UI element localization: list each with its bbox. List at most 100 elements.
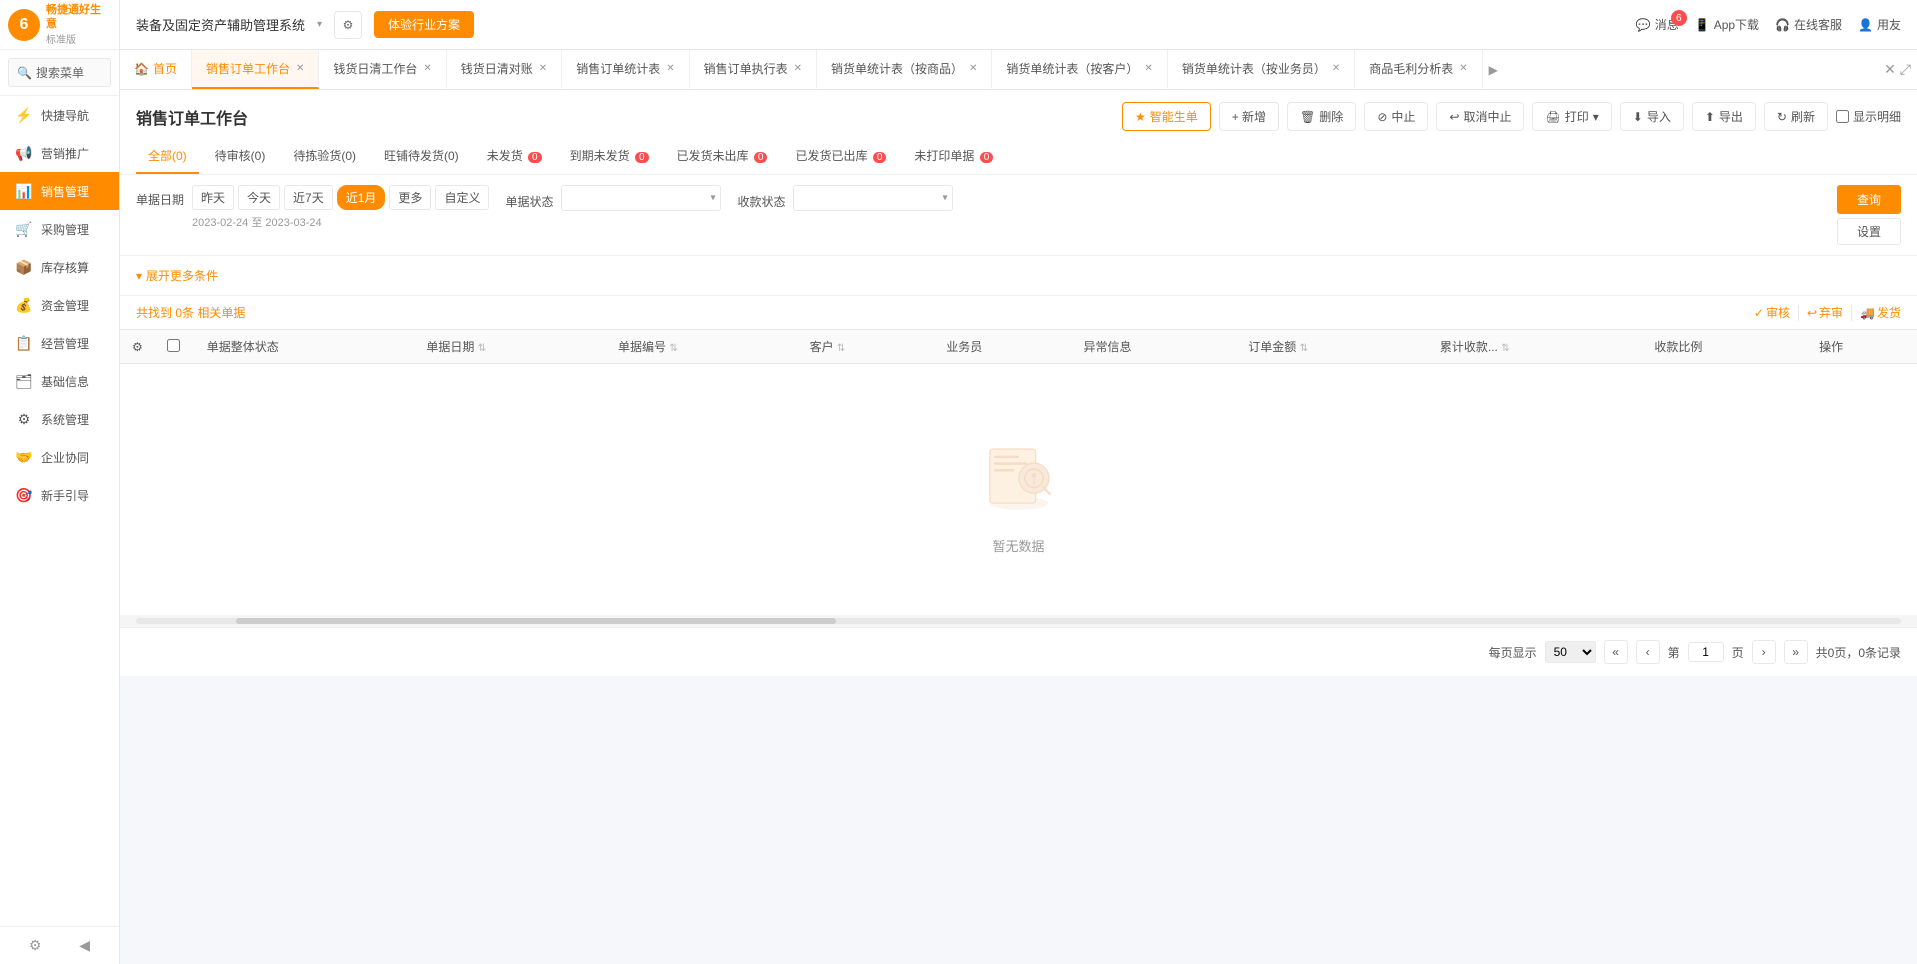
divider-1 <box>1798 305 1799 321</box>
filter-tab-shipped-out[interactable]: 已发货已出库 0 <box>783 139 898 174</box>
date-custom-btn[interactable]: 自定义 <box>435 185 489 210</box>
bottom-scrollbar[interactable] <box>120 615 1917 627</box>
tabs-bar: 🏠 首页 销售订单工作台 ✕ 钱货日清工作台 ✕ 钱货日清对账 ✕ 销售订单统计… <box>120 50 1917 90</box>
col-cumulative[interactable]: 累计收款... ⇅ <box>1428 330 1642 364</box>
page-title: 销售订单工作台 <box>136 105 248 129</box>
col-settings-icon[interactable]: ⚙ <box>132 340 143 354</box>
tab-sales-by-customer-close[interactable]: ✕ <box>1144 63 1152 74</box>
tab-cash-daily-close[interactable]: ✕ <box>423 63 431 74</box>
tab-sales-workbench[interactable]: 销售订单工作台 ✕ <box>192 50 319 89</box>
page-number-input[interactable] <box>1688 642 1724 662</box>
status-select[interactable] <box>561 185 721 211</box>
stop-btn[interactable]: ⊘ 中止 <box>1364 102 1428 131</box>
sidebar-item-inventory[interactable]: 📦 库存核算 <box>0 248 119 286</box>
tabs-overflow-btn[interactable]: ▶ <box>1483 63 1504 77</box>
show-detail-checkbox[interactable] <box>1836 110 1849 123</box>
sidebar-item-finance[interactable]: 💰 资金管理 <box>0 286 119 324</box>
date-yesterday-btn[interactable]: 昨天 <box>192 185 234 210</box>
online-support-btn[interactable]: 🎧 在线客服 <box>1775 16 1842 33</box>
export-btn[interactable]: ⬆ 导出 <box>1692 102 1756 131</box>
filter-tab-pending-pick[interactable]: 待拣验货(0) <box>281 139 368 174</box>
sidebar-item-newbie[interactable]: 🎯 新手引导 <box>0 476 119 514</box>
smart-create-btn[interactable]: ★ 智能生单 <box>1122 102 1211 131</box>
topbar-settings-btn[interactable]: ⚙ <box>334 11 362 39</box>
tab-profit-analysis-close[interactable]: ✕ <box>1459 63 1467 74</box>
sidebar-item-basic-info[interactable]: 🗂 基础信息 <box>0 362 119 400</box>
import-btn[interactable]: ⬇ 导入 <box>1620 102 1684 131</box>
prev-page-btn[interactable]: ‹ <box>1636 640 1660 664</box>
search-settings-btn[interactable]: 设置 <box>1837 218 1901 245</box>
col-cumulative-label: 累计收款... <box>1440 340 1498 354</box>
col-doc-no[interactable]: 单据编号 ⇅ <box>606 330 798 364</box>
sidebar-item-management[interactable]: 📋 经营管理 <box>0 324 119 362</box>
last-page-btn[interactable]: » <box>1784 640 1808 664</box>
industry-btn[interactable]: 体验行业方案 <box>374 11 474 38</box>
tab-cash-reconcile-close[interactable]: ✕ <box>539 63 547 74</box>
scrollbar-thumb[interactable] <box>236 618 836 624</box>
col-salesperson: 业务员 <box>934 330 1071 364</box>
messages-btn[interactable]: 💬 消息 6 <box>1636 16 1679 33</box>
date-more-btn[interactable]: 更多 <box>389 185 431 210</box>
tab-sales-by-product[interactable]: 销货单统计表（按商品） ✕ <box>817 50 992 89</box>
empty-state: 暂无数据 <box>120 364 1917 615</box>
select-all-checkbox[interactable] <box>167 339 180 352</box>
col-doc-date[interactable]: 单据日期 ⇅ <box>414 330 606 364</box>
app-download-btn[interactable]: 📱 App下载 <box>1695 16 1759 33</box>
filter-tab-shipped-not-out[interactable]: 已发货未出库 0 <box>665 139 780 174</box>
date-7days-btn[interactable]: 近7天 <box>284 185 333 210</box>
tab-sales-stats-close[interactable]: ✕ <box>666 63 674 74</box>
main-content: 装备及固定资产辅助管理系统 ▾ ⚙ 体验行业方案 💬 消息 6 📱 App下载 … <box>120 0 1917 964</box>
cancel-stop-btn[interactable]: ↩ 取消中止 <box>1436 102 1524 131</box>
filter-tab-overdue[interactable]: 到期未发货 0 <box>558 139 661 174</box>
tab-sales-exec[interactable]: 销售订单执行表 ✕ <box>690 50 817 89</box>
filter-tab-not-shipped[interactable]: 未发货 0 <box>475 139 554 174</box>
tab-sales-workbench-close[interactable]: ✕ <box>296 63 304 74</box>
ship-btn[interactable]: 🚚 发货 <box>1860 304 1901 321</box>
tab-close-all-icon[interactable]: ✕ <box>1884 61 1896 78</box>
tab-sales-by-staff[interactable]: 销货单统计表（按业务员） ✕ <box>1168 50 1355 89</box>
settings-bottom-btn[interactable]: ⚙ <box>29 937 42 954</box>
module-dropdown-icon[interactable]: ▾ <box>317 19 322 30</box>
per-page-select[interactable]: 50 100 200 <box>1545 641 1596 663</box>
add-btn[interactable]: + 新增 <box>1219 102 1279 131</box>
delete-btn[interactable]: 🗑 删除 <box>1287 102 1356 131</box>
expand-more-btn[interactable]: ▾ 展开更多条件 <box>136 262 1901 289</box>
tab-sales-by-customer[interactable]: 销货单统计表（按客户） ✕ <box>992 50 1167 89</box>
search-menu-button[interactable]: 🔍 搜索菜单 <box>8 58 111 87</box>
tab-maximize-icon[interactable]: ⤢ <box>1900 61 1911 78</box>
tab-sales-exec-close[interactable]: ✕ <box>794 63 802 74</box>
cancel-audit-btn[interactable]: ↩ 弃审 <box>1807 304 1843 321</box>
next-page-btn[interactable]: › <box>1752 640 1776 664</box>
sidebar-item-marketing[interactable]: 📢 营销推广 <box>0 134 119 172</box>
user-btn[interactable]: 👤 用友 <box>1858 16 1901 33</box>
tab-home[interactable]: 🏠 首页 <box>120 50 192 89</box>
payment-select[interactable] <box>793 185 953 211</box>
query-btn[interactable]: 查询 <box>1837 185 1901 214</box>
filter-tab-pending-review[interactable]: 待审核(0) <box>203 139 278 174</box>
tab-sales-stats[interactable]: 销售订单统计表 ✕ <box>562 50 689 89</box>
sidebar-item-quick-nav[interactable]: ⚡ 快捷导航 <box>0 96 119 134</box>
print-btn[interactable]: 🖨 打印 ▾ <box>1532 102 1611 131</box>
collapse-btn[interactable]: ◀ <box>79 937 90 954</box>
refresh-btn[interactable]: ↻ 刷新 <box>1764 102 1828 131</box>
tab-sales-by-customer-label: 销货单统计表（按客户） <box>1006 60 1138 77</box>
audit-btn[interactable]: ✓ 审核 <box>1754 304 1790 321</box>
first-page-btn[interactable]: « <box>1604 640 1628 664</box>
filter-tab-all[interactable]: 全部(0) <box>136 139 199 174</box>
filter-tab-wangpu[interactable]: 旺铺待发货(0) <box>372 139 471 174</box>
col-order-amount[interactable]: 订单金额 ⇅ <box>1236 330 1428 364</box>
tab-sales-by-staff-close[interactable]: ✕ <box>1332 63 1340 74</box>
tab-cash-daily[interactable]: 钱货日清工作台 ✕ <box>319 50 446 89</box>
tab-sales-by-product-close[interactable]: ✕ <box>969 63 977 74</box>
col-customer[interactable]: 客户 ⇅ <box>798 330 935 364</box>
col-doc-no-label: 单据编号 <box>618 340 666 354</box>
sidebar-item-system[interactable]: ⚙ 系统管理 <box>0 400 119 438</box>
tab-profit-analysis[interactable]: 商品毛利分析表 ✕ <box>1355 50 1482 89</box>
date-today-btn[interactable]: 今天 <box>238 185 280 210</box>
sidebar-item-enterprise[interactable]: 🤝 企业协同 <box>0 438 119 476</box>
tab-cash-reconcile[interactable]: 钱货日清对账 ✕ <box>447 50 562 89</box>
sidebar-item-purchase[interactable]: 🛒 采购管理 <box>0 210 119 248</box>
sidebar-item-sales[interactable]: 📊 销售管理 <box>0 172 119 210</box>
date-1month-btn[interactable]: 近1月 <box>337 185 386 210</box>
filter-tab-not-printed[interactable]: 未打印单据 0 <box>902 139 1005 174</box>
